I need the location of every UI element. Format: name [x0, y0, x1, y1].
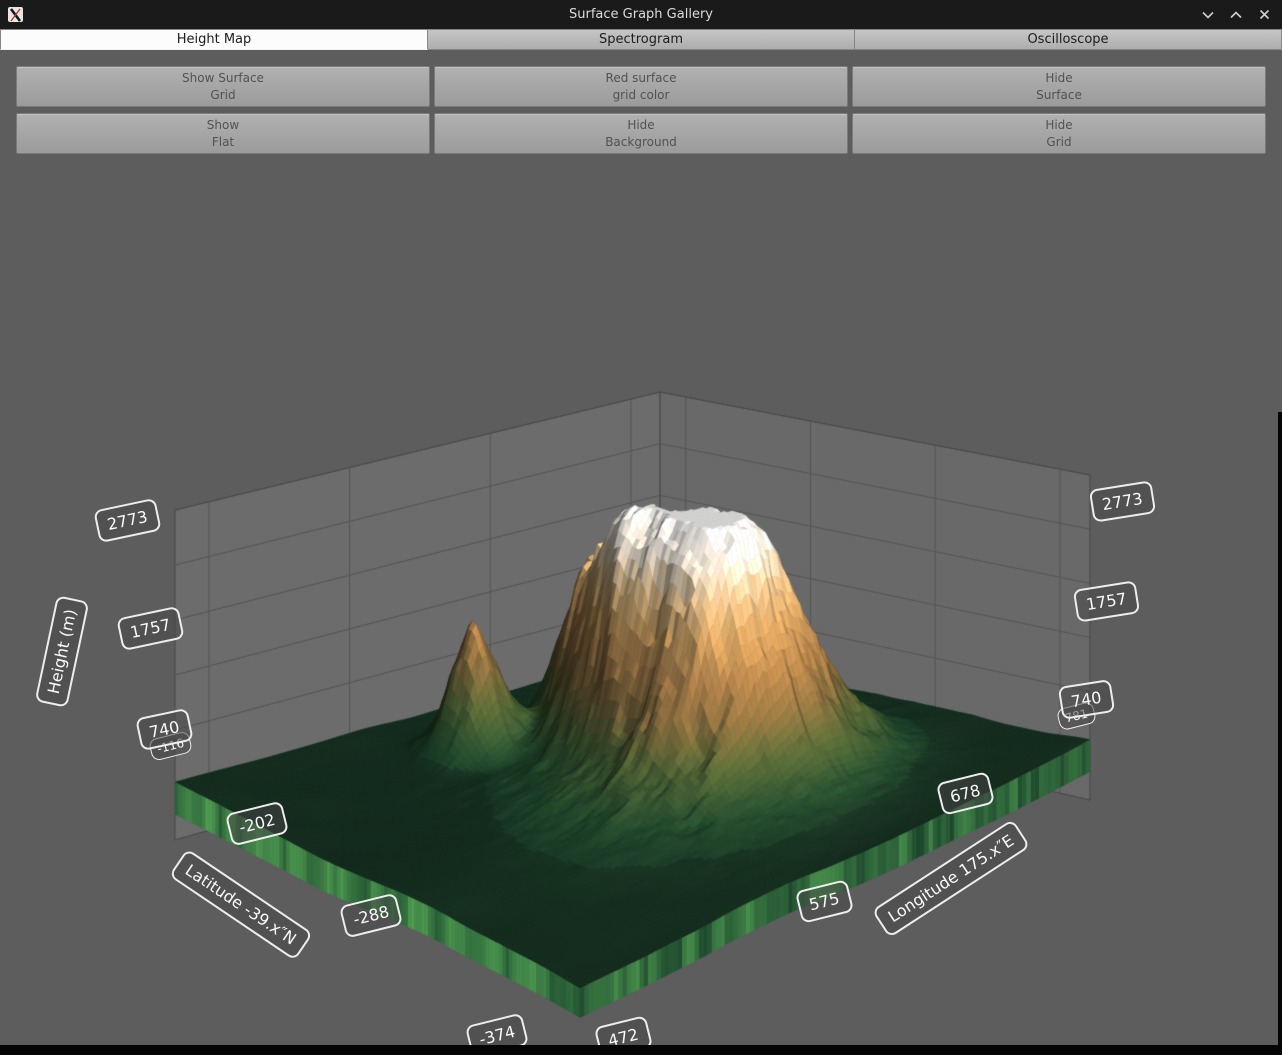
button-label: Hide [1045, 117, 1072, 134]
hide-grid-button[interactable]: Hide Grid [852, 113, 1266, 154]
surface-grid-color-button[interactable]: Red surface grid color [434, 66, 848, 107]
button-label: Grid [210, 87, 235, 104]
window-maximize-button[interactable] [1224, 3, 1248, 27]
tab-spectrogram[interactable]: Spectrogram [428, 29, 855, 50]
tab-bar: Height Map Spectrogram Oscilloscope [0, 29, 1282, 50]
show-surface-grid-button[interactable]: Show Surface Grid [16, 66, 430, 107]
button-label: Hide [627, 117, 654, 134]
window-titlebar: Surface Graph Gallery [0, 0, 1282, 29]
button-label: Background [605, 134, 677, 151]
screen: Surface Graph Gallery Height Map Spectro… [0, 0, 1282, 1055]
chevron-down-icon [1202, 11, 1214, 19]
close-icon [1259, 9, 1270, 20]
application-window: Surface Graph Gallery Height Map Spectro… [0, 0, 1282, 1045]
chevron-up-icon [1230, 11, 1242, 19]
window-controls [1196, 0, 1276, 29]
button-label: Show [207, 117, 239, 134]
button-grid: Show Surface Grid Red surface grid color… [16, 66, 1266, 154]
tab-height-map[interactable]: Height Map [0, 29, 428, 50]
button-label: Grid [1046, 134, 1071, 151]
button-label: Hide [1045, 70, 1072, 87]
tab-oscilloscope[interactable]: Oscilloscope [855, 29, 1282, 50]
hide-background-button[interactable]: Hide Background [434, 113, 848, 154]
button-label: Show Surface [182, 70, 264, 87]
screen-edge [1278, 412, 1282, 1055]
show-flat-button[interactable]: Show Flat [16, 113, 430, 154]
window-shade-button[interactable] [1196, 3, 1220, 27]
window-close-button[interactable] [1252, 3, 1276, 27]
window-title: Surface Graph Gallery [0, 0, 1282, 29]
hide-surface-button[interactable]: Hide Surface [852, 66, 1266, 107]
button-label: grid color [613, 87, 670, 104]
screen-edge [0, 1045, 1282, 1055]
button-label: Flat [212, 134, 234, 151]
button-label: Surface [1036, 87, 1082, 104]
button-label: Red surface [606, 70, 677, 87]
surface-plot: 2773 1757 740 -116 2773 1757 740 781 -20… [0, 157, 1282, 1045]
